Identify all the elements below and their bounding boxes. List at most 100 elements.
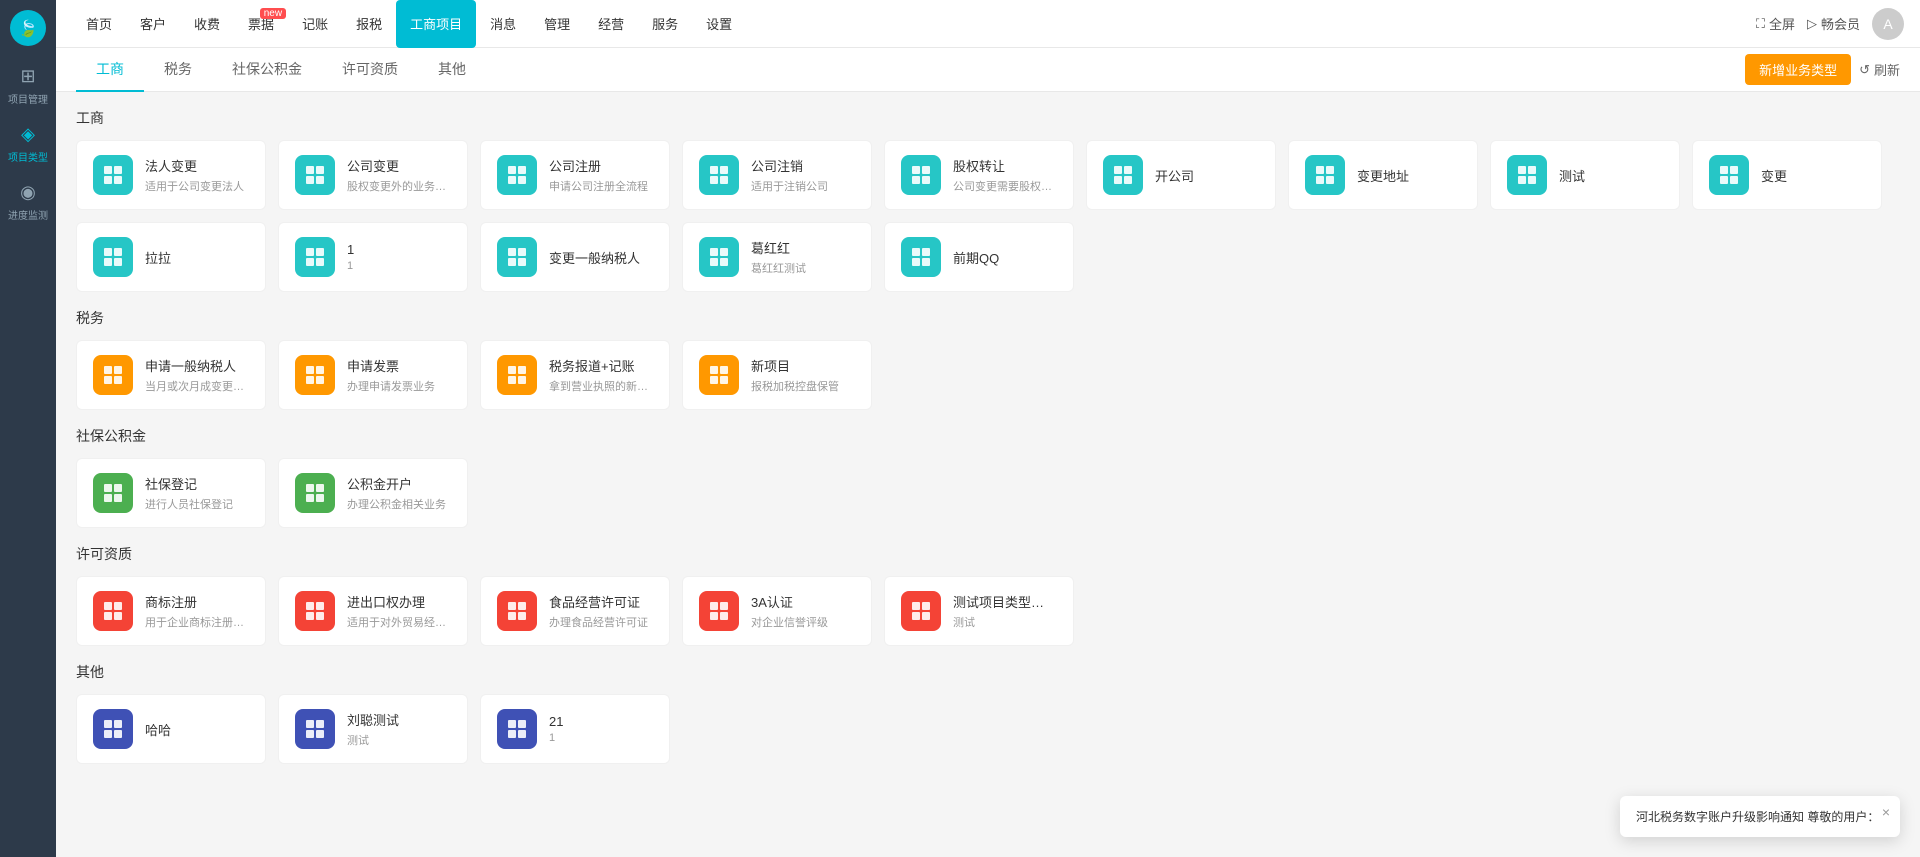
card-icon-4-0 (93, 709, 133, 749)
tab-工商[interactable]: 工商 (76, 48, 144, 92)
service-card-3-4[interactable]: 测试项目类型目定义 测试 (884, 576, 1074, 646)
service-card-0-0[interactable]: 法人变更 适用于公司变更法人 (76, 140, 266, 210)
nav-item-工商项目[interactable]: 工商项目 (396, 0, 476, 48)
nav-item-消息[interactable]: 消息 (476, 0, 530, 48)
card-icon-2-1 (295, 473, 335, 513)
service-card-4-0[interactable]: 哈哈 (76, 694, 266, 764)
service-card-1-0[interactable]: 申请一般纳税人 当月或次月成变更完成 (76, 340, 266, 410)
card-icon-0-12 (699, 237, 739, 277)
service-card-0-9[interactable]: 拉拉 (76, 222, 266, 292)
card-icon-4-1 (295, 709, 335, 749)
sidebar-item-2[interactable]: ◉ 进度监测 (4, 172, 52, 230)
cards-grid-1: 申请一般纳税人 当月或次月成变更完成 申请发票 办理申请发票业务 (76, 340, 1900, 410)
tab-税务[interactable]: 税务 (144, 48, 212, 92)
card-info-0-6: 变更地址 (1357, 166, 1461, 185)
fullscreen-icon: ⛶ (1756, 16, 1765, 32)
card-title-0-1: 公司变更 (347, 156, 451, 175)
card-info-0-2: 公司注册 申请公司注册全流程 (549, 156, 653, 194)
card-title-1-2: 税务报道+记账 (549, 356, 653, 375)
card-desc-0-3: 适用于注销公司 (751, 178, 855, 194)
card-title-0-5: 开公司 (1155, 166, 1259, 185)
service-card-3-2[interactable]: 食品经营许可证 办理食品经营许可证 (480, 576, 670, 646)
service-card-3-3[interactable]: 3A认证 对企业信誉评级 (682, 576, 872, 646)
fullscreen-button[interactable]: ⛶ 全屏 (1756, 14, 1795, 33)
card-desc-0-10: 1 (347, 260, 451, 272)
user-avatar[interactable]: A (1872, 8, 1904, 40)
card-desc-3-4: 测试 (953, 614, 1057, 630)
card-icon-3-3 (699, 591, 739, 631)
service-card-3-1[interactable]: 进出口权办理 适用于对外贸易经营者 (278, 576, 468, 646)
nav-item-记账[interactable]: 记账 (288, 0, 342, 48)
card-desc-3-3: 对企业信誉评级 (751, 614, 855, 630)
tab-许可资质[interactable]: 许可资质 (322, 48, 418, 92)
service-card-4-1[interactable]: 刘聪测试 测试 (278, 694, 468, 764)
nav-item-收费[interactable]: 收费 (180, 0, 234, 48)
cards-grid-3: 商标注册 用于企业商标注册服务 进出口权办理 适用于对外贸易经营者 (76, 576, 1900, 646)
service-card-0-1[interactable]: 公司变更 股权变更外的业务变更 (278, 140, 468, 210)
notification-close-button[interactable]: × (1882, 804, 1890, 820)
service-card-0-7[interactable]: 测试 (1490, 140, 1680, 210)
card-title-0-6: 变更地址 (1357, 166, 1461, 185)
card-icon-3-4 (901, 591, 941, 631)
service-card-0-10[interactable]: 1 1 (278, 222, 468, 292)
service-card-2-0[interactable]: 社保登记 进行人员社保登记 (76, 458, 266, 528)
nav-item-设置[interactable]: 设置 (692, 0, 746, 48)
service-card-0-3[interactable]: 公司注销 适用于注销公司 (682, 140, 872, 210)
service-card-0-2[interactable]: 公司注册 申请公司注册全流程 (480, 140, 670, 210)
nav-item-管理[interactable]: 管理 (530, 0, 584, 48)
card-info-3-4: 测试项目类型目定义 测试 (953, 592, 1057, 630)
service-card-0-13[interactable]: 前期QQ (884, 222, 1074, 292)
app-logo: 🍃 (8, 8, 48, 48)
new-type-button[interactable]: 新增业务类型 (1745, 54, 1851, 85)
sidebar-item-0[interactable]: ⊞ 项目管理 (4, 56, 52, 114)
card-title-0-12: 葛红红 (751, 238, 855, 257)
service-card-3-0[interactable]: 商标注册 用于企业商标注册服务 (76, 576, 266, 646)
nav-item-首页[interactable]: 首页 (72, 0, 126, 48)
sidebar-icon-0: ⊞ (16, 64, 40, 88)
content-area: 工商 法人变更 适用于公司变更法人 (56, 92, 1920, 788)
card-info-4-2: 21 1 (549, 714, 653, 744)
card-info-0-3: 公司注销 适用于注销公司 (751, 156, 855, 194)
card-title-3-1: 进出口权办理 (347, 592, 451, 611)
service-card-1-2[interactable]: 税务报道+记账 拿到营业执照的新公司 (480, 340, 670, 410)
top-nav: 首页客户收费票据new记账报税工商项目消息管理经营服务设置 ⛶ 全屏 ▷ 畅会员… (56, 0, 1920, 48)
card-desc-0-2: 申请公司注册全流程 (549, 178, 653, 194)
card-title-3-0: 商标注册 (145, 592, 249, 611)
notification-popup: × 河北税务数字账户升级影响通知 尊敬的用户： (1620, 796, 1900, 837)
nav-item-报税[interactable]: 报税 (342, 0, 396, 48)
card-desc-4-1: 测试 (347, 732, 451, 748)
card-title-0-7: 测试 (1559, 166, 1663, 185)
tab-其他[interactable]: 其他 (418, 48, 486, 92)
nav-item-客户[interactable]: 客户 (126, 0, 180, 48)
cards-grid-0: 法人变更 适用于公司变更法人 公司变更 股权变更外的业务变更 (76, 140, 1900, 292)
sidebar-item-1[interactable]: ◈ 项目类型 (4, 114, 52, 172)
nav-item-服务[interactable]: 服务 (638, 0, 692, 48)
card-title-1-3: 新项目 (751, 356, 855, 375)
service-card-0-6[interactable]: 变更地址 (1288, 140, 1478, 210)
refresh-button[interactable]: ↺ 刷新 (1859, 60, 1900, 79)
card-title-1-0: 申请一般纳税人 (145, 356, 249, 375)
vip-button[interactable]: ▷ 畅会员 (1807, 14, 1860, 33)
card-title-0-9: 拉拉 (145, 248, 249, 267)
service-card-0-11[interactable]: 变更一般纳税人 (480, 222, 670, 292)
card-title-0-13: 前期QQ (953, 248, 1057, 267)
service-card-4-2[interactable]: 21 1 (480, 694, 670, 764)
card-icon-0-11 (497, 237, 537, 277)
service-card-1-1[interactable]: 申请发票 办理申请发票业务 (278, 340, 468, 410)
card-info-0-13: 前期QQ (953, 248, 1057, 267)
service-card-0-5[interactable]: 开公司 (1086, 140, 1276, 210)
nav-item-票据[interactable]: 票据new (234, 0, 288, 48)
service-card-0-4[interactable]: 股权转让 公司变更需要股权转让 (884, 140, 1074, 210)
service-card-1-3[interactable]: 新项目 报税加税控盘保管 (682, 340, 872, 410)
card-icon-0-7 (1507, 155, 1547, 195)
card-desc-0-12: 葛红红测试 (751, 260, 855, 276)
card-desc-2-1: 办理公积金相关业务 (347, 496, 451, 512)
service-card-0-8[interactable]: 变更 (1692, 140, 1882, 210)
nav-item-经营[interactable]: 经营 (584, 0, 638, 48)
card-desc-1-3: 报税加税控盘保管 (751, 378, 855, 394)
service-card-0-12[interactable]: 葛红红 葛红红测试 (682, 222, 872, 292)
refresh-icon: ↺ (1859, 62, 1870, 78)
service-card-2-1[interactable]: 公积金开户 办理公积金相关业务 (278, 458, 468, 528)
tabs-actions: 新增业务类型 ↺ 刷新 (1745, 54, 1900, 85)
tab-社保公积金[interactable]: 社保公积金 (212, 48, 322, 92)
